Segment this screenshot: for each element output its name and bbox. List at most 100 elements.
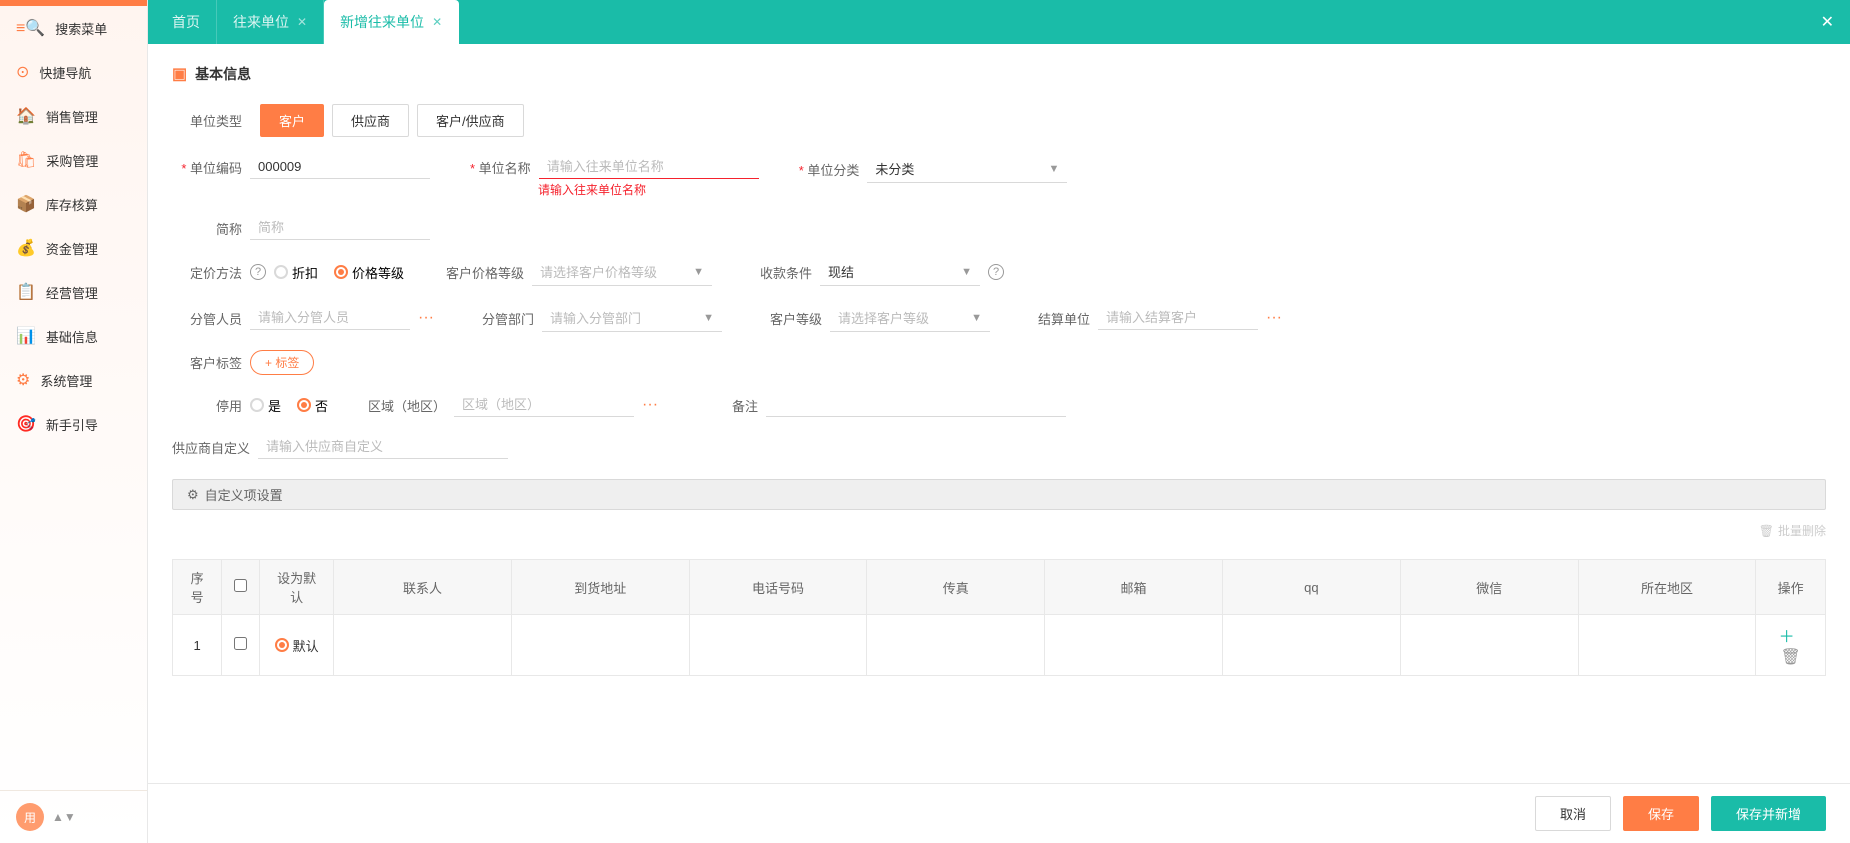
unit-code-input[interactable] — [250, 155, 430, 179]
sidebar-item-guide[interactable]: 🎯 新手引导 — [0, 402, 147, 446]
type-btn-supplier[interactable]: 供应商 — [332, 104, 409, 137]
footer: 取消 保存 保存并新增 — [148, 783, 1850, 843]
email-input[interactable] — [1057, 638, 1210, 653]
settlement-unit-input[interactable] — [1098, 306, 1258, 330]
row-checkbox-input[interactable] — [234, 637, 247, 650]
manager-more-icon[interactable]: ··· — [418, 309, 434, 327]
region-more-icon[interactable]: ··· — [642, 396, 658, 414]
tab-partners-label: 往来单位 — [233, 12, 289, 32]
unit-type-row: 单位类型 客户 供应商 客户/供应商 — [172, 104, 1826, 137]
purchase-icon: 🛍 — [16, 150, 36, 170]
customer-price-level-select[interactable]: 请选择客户价格等级 ▼ — [532, 258, 712, 286]
region-input[interactable] — [454, 393, 634, 417]
address-input[interactable] — [524, 638, 677, 653]
discount-label: 折扣 — [292, 263, 318, 282]
remarks-field: 备注 — [698, 393, 1066, 417]
sidebar-item-system[interactable]: ⚙ 系统管理 — [0, 358, 147, 402]
tab-partners-close[interactable]: ✕ — [297, 15, 307, 29]
close-all-icon[interactable]: ✕ — [1821, 12, 1834, 32]
save-button[interactable]: 保存 — [1623, 796, 1699, 831]
manager-input[interactable] — [250, 306, 410, 330]
tab-home[interactable]: 首页 — [156, 0, 217, 44]
disabled-no[interactable]: 否 — [297, 396, 328, 415]
contact-input[interactable] — [346, 638, 499, 653]
fax-input[interactable] — [879, 638, 1032, 653]
row-contact[interactable] — [334, 615, 512, 676]
sidebar-label-operations: 经营管理 — [46, 283, 98, 302]
avatar: 用 — [16, 803, 44, 831]
payment-question-icon[interactable]: ? — [988, 264, 1004, 280]
sidebar-item-sales[interactable]: 🏠 销售管理 — [0, 94, 147, 138]
customer-level-field: 客户等级 请选择客户等级 ▼ — [762, 304, 990, 332]
customer-level-chevron: ▼ — [971, 312, 982, 324]
remarks-input[interactable] — [766, 393, 1066, 417]
settlement-unit-label: 结算单位 — [1030, 309, 1090, 328]
region-label: 区域（地区） — [368, 396, 446, 415]
row-default-radio[interactable]: 默认 — [272, 636, 321, 655]
type-btn-both[interactable]: 客户/供应商 — [417, 104, 524, 137]
unit-code-field: 单位编码 — [172, 155, 430, 179]
select-all-checkbox[interactable] — [234, 579, 247, 592]
tabs-container: 首页 往来单位 ✕ 新增往来单位 ✕ — [156, 0, 1842, 44]
tab-home-label: 首页 — [172, 12, 200, 32]
sidebar-label-search: 搜索菜单 — [55, 19, 107, 38]
unit-category-select[interactable]: 未分类 ▼ — [867, 155, 1067, 183]
batch-delete-icon: 🗑 — [1759, 524, 1774, 538]
pricing-price-level[interactable]: 价格等级 — [334, 263, 404, 282]
operations-icon: 📋 — [16, 282, 36, 302]
tab-new-partner-label: 新增往来单位 — [340, 12, 424, 32]
add-tag-button[interactable]: + 标签 — [250, 350, 314, 375]
price-level-label: 价格等级 — [352, 263, 404, 282]
tab-new-partner-close[interactable]: ✕ — [432, 15, 442, 29]
type-btn-customer[interactable]: 客户 — [260, 104, 324, 137]
qq-input[interactable] — [1235, 638, 1388, 653]
price-level-radio-inner — [338, 269, 344, 275]
settlement-more-icon[interactable]: ··· — [1266, 309, 1282, 327]
delete-row-icon[interactable]: 🗑 — [1781, 649, 1801, 666]
disabled-yes[interactable]: 是 — [250, 396, 281, 415]
customer-price-level-label: 客户价格等级 — [444, 263, 524, 282]
payment-terms-select[interactable]: 现结 ▼ — [820, 258, 980, 286]
abbreviation-input[interactable] — [250, 216, 430, 240]
unit-category-label: 单位分类 — [799, 160, 860, 179]
sidebar-item-operations[interactable]: 📋 经营管理 — [0, 270, 147, 314]
row-phone[interactable] — [689, 615, 867, 676]
save-new-button[interactable]: 保存并新增 — [1711, 796, 1826, 831]
tab-new-partner[interactable]: 新增往来单位 ✕ — [324, 0, 459, 44]
unit-name-input[interactable] — [539, 155, 759, 179]
disabled-label: 停用 — [172, 396, 242, 415]
cancel-button[interactable]: 取消 — [1535, 796, 1611, 831]
sidebar-item-quick-nav[interactable]: ⊙ 快捷导航 — [0, 50, 147, 94]
customer-level-select[interactable]: 请选择客户等级 ▼ — [830, 304, 990, 332]
add-row-icon[interactable]: ＋ — [1779, 629, 1795, 646]
sidebar-item-inventory[interactable]: 📦 库存核算 — [0, 182, 147, 226]
sidebar-label-guide: 新手引导 — [46, 415, 98, 434]
location-input[interactable] — [1591, 638, 1744, 653]
customer-price-level-placeholder: 请选择客户价格等级 — [540, 262, 689, 281]
abbreviation-field: 简称 — [172, 216, 430, 240]
custom-settings-button[interactable]: ⚙ 自定义项设置 — [172, 479, 1826, 510]
col-contact: 联系人 — [334, 560, 512, 615]
supplier-custom-input[interactable] — [258, 435, 508, 459]
batch-delete-button[interactable]: 🗑 批量删除 — [1759, 522, 1826, 539]
phone-input[interactable] — [702, 638, 855, 653]
sidebar-item-finance[interactable]: 💰 资金管理 — [0, 226, 147, 270]
guide-icon: 🎯 — [16, 414, 36, 434]
department-select[interactable]: 请输入分管部门 ▼ — [542, 304, 722, 332]
sidebar-item-purchase[interactable]: 🛍 采购管理 — [0, 138, 147, 182]
row-qq[interactable] — [1222, 615, 1400, 676]
row-fax[interactable] — [867, 615, 1045, 676]
wechat-input[interactable] — [1413, 638, 1566, 653]
payment-terms-label: 收款条件 — [752, 263, 812, 282]
pricing-discount[interactable]: 折扣 — [274, 263, 318, 282]
sidebar-item-search[interactable]: ≡🔍 搜索菜单 — [0, 6, 147, 50]
row-address[interactable] — [511, 615, 689, 676]
sidebar-item-basic-info[interactable]: 📊 基础信息 — [0, 314, 147, 358]
row-wechat[interactable] — [1400, 615, 1578, 676]
pricing-question-icon[interactable]: ? — [250, 264, 266, 280]
batch-delete-wrap: 🗑 批量删除 — [172, 522, 1826, 543]
row-location[interactable] — [1578, 615, 1756, 676]
row-email[interactable] — [1045, 615, 1223, 676]
tab-partners[interactable]: 往来单位 ✕ — [217, 0, 324, 44]
remarks-label: 备注 — [698, 396, 758, 415]
